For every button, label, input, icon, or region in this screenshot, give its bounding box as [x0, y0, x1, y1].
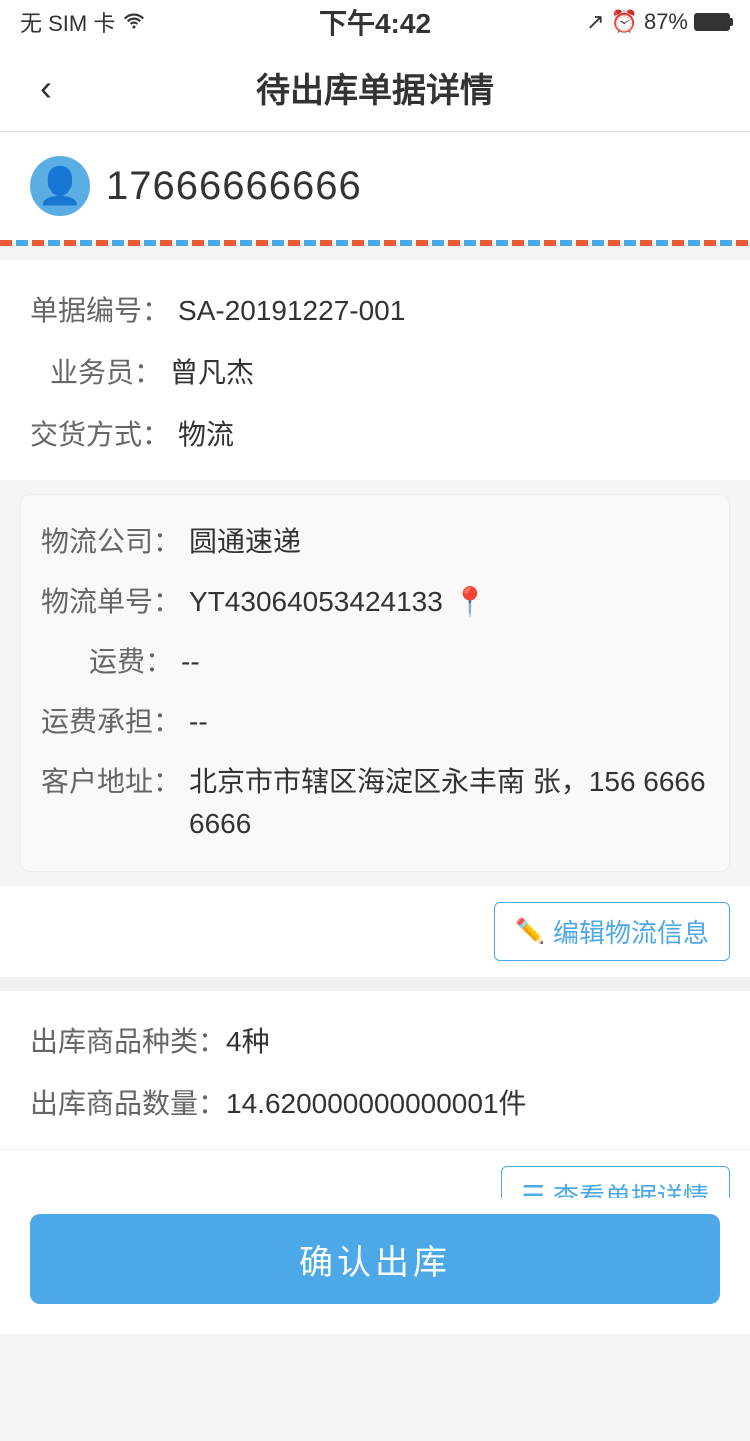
- freight-row: 运费： --: [41, 641, 709, 683]
- delivery-value: 物流: [178, 414, 720, 456]
- freight-bearer-row: 运费承担： --: [41, 701, 709, 743]
- freight-value: --: [181, 641, 709, 683]
- goods-type-row: 出库商品种类： 4种: [30, 1021, 720, 1063]
- battery-percent: 87%: [644, 9, 688, 35]
- goods-quantity-label: 出库商品数量：: [30, 1083, 226, 1125]
- logistics-company-value: 圆通速递: [189, 521, 709, 563]
- status-right: ↗ ⏰ 87%: [586, 9, 730, 35]
- freight-label: 运费：: [41, 641, 181, 683]
- dashed-divider: [0, 240, 750, 246]
- back-button[interactable]: ‹: [30, 57, 62, 119]
- logistics-company-label: 物流公司：: [41, 521, 189, 563]
- order-number-label: 单据编号：: [30, 290, 178, 332]
- tracking-row: 物流单号： YT43064053424133 📍: [41, 581, 709, 623]
- location-icon: ↗: [586, 9, 604, 35]
- order-number-row: 单据编号： SA-20191227-001: [30, 290, 720, 332]
- battery-icon: [694, 13, 730, 31]
- status-time: 下午4:42: [319, 2, 431, 42]
- confirm-btn-wrapper: 确认出库: [0, 1198, 750, 1334]
- status-left: 无 SIM 卡: [20, 6, 145, 38]
- freight-bearer-label: 运费承担：: [41, 701, 189, 743]
- address-row: 客户地址： 北京市市辖区海淀区永丰南 张，156 6666 6666: [41, 761, 709, 845]
- edit-logistics-button[interactable]: ✏️ 编辑物流信息: [494, 902, 730, 961]
- goods-quantity-value: 14.620000000000001件: [226, 1083, 720, 1125]
- goods-quantity-row: 出库商品数量： 14.620000000000001件: [30, 1083, 720, 1125]
- location-pin-icon[interactable]: 📍: [453, 581, 488, 623]
- alarm-icon: ⏰: [611, 9, 638, 35]
- page-title: 待出库单据详情: [256, 63, 494, 112]
- tracking-label: 物流单号：: [41, 581, 189, 623]
- carrier-text: 无 SIM 卡: [20, 6, 115, 38]
- salesman-label: 业务员：: [30, 352, 170, 394]
- confirm-btn-label: 确认出库: [299, 1235, 451, 1284]
- section-divider: [0, 977, 750, 991]
- avatar-icon: 👤: [38, 165, 83, 207]
- goods-section: 出库商品种类： 4种 出库商品数量： 14.620000000000001件: [0, 991, 750, 1149]
- avatar: 👤: [30, 156, 90, 216]
- order-info-section: 单据编号： SA-20191227-001 业务员： 曾凡杰 交货方式： 物流: [0, 260, 750, 480]
- freight-bearer-value: --: [189, 701, 709, 743]
- tracking-number: YT43064053424133: [189, 581, 443, 623]
- customer-header: 👤 17666666666: [0, 132, 750, 240]
- goods-type-value: 4种: [226, 1021, 720, 1063]
- delivery-row: 交货方式： 物流: [30, 414, 720, 456]
- logistics-card: 物流公司： 圆通速递 物流单号： YT43064053424133 📍 运费： …: [20, 494, 730, 872]
- goods-type-label: 出库商品种类：: [30, 1021, 226, 1063]
- edit-btn-row: ✏️ 编辑物流信息: [0, 886, 750, 977]
- tracking-value: YT43064053424133 📍: [189, 581, 709, 623]
- address-label: 客户地址：: [41, 761, 189, 803]
- wifi-icon: [123, 9, 145, 35]
- edit-icon: ✏️: [515, 917, 545, 946]
- nav-bar: ‹ 待出库单据详情: [0, 44, 750, 132]
- edit-btn-label: 编辑物流信息: [553, 913, 709, 950]
- delivery-label: 交货方式：: [30, 414, 178, 456]
- order-number-value: SA-20191227-001: [178, 290, 720, 332]
- salesman-value: 曾凡杰: [170, 352, 720, 394]
- address-value: 北京市市辖区海淀区永丰南 张，156 6666 6666: [189, 761, 709, 845]
- customer-phone: 17666666666: [106, 164, 362, 209]
- status-bar: 无 SIM 卡 下午4:42 ↗ ⏰ 87%: [0, 0, 750, 44]
- logistics-company-row: 物流公司： 圆通速递: [41, 521, 709, 563]
- salesman-row: 业务员： 曾凡杰: [30, 352, 720, 394]
- confirm-outbound-button[interactable]: 确认出库: [30, 1214, 720, 1304]
